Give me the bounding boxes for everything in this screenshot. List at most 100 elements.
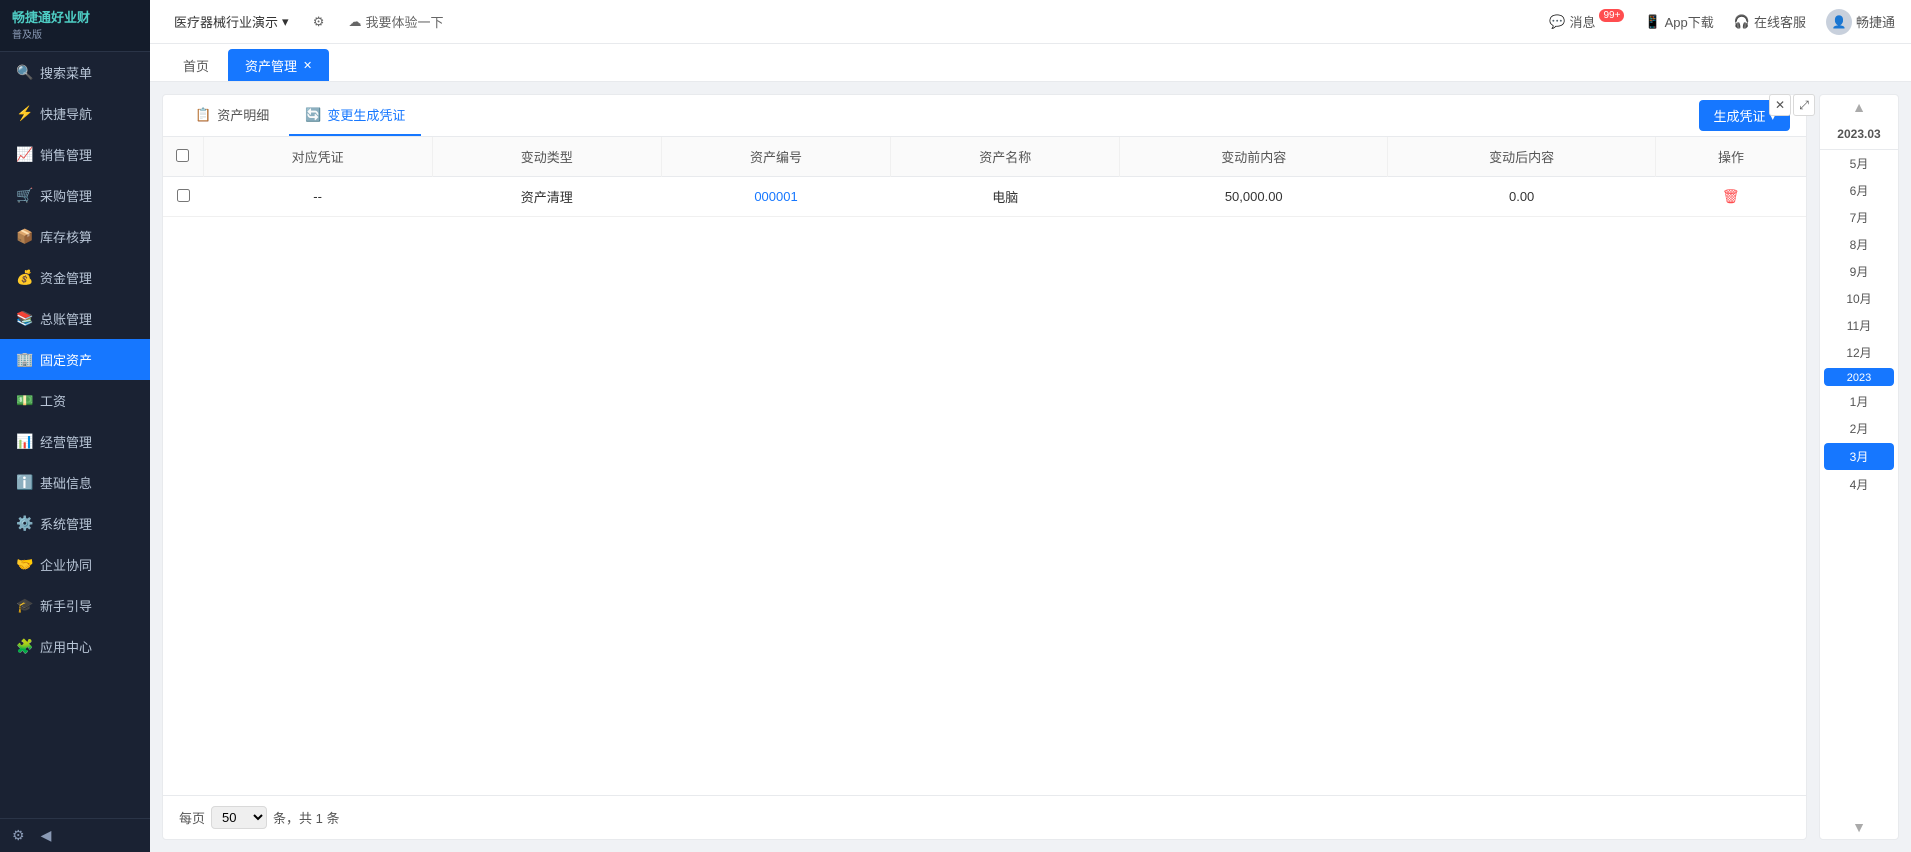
select-all-checkbox[interactable] (176, 149, 189, 162)
settings-button[interactable]: ⚙ (305, 8, 333, 36)
topbar-right: 💬 消息 99+ 📱 App下载 🎧 在线客服 👤 畅捷通 (1549, 9, 1895, 35)
sidebar-label: 应用中心 (40, 637, 92, 656)
messages-action[interactable]: 💬 消息 99+ (1549, 12, 1624, 31)
sidebar-label: 企业协同 (40, 555, 92, 574)
tab-asset-management[interactable]: 资产管理 ✕ (228, 49, 329, 81)
sidebar-label: 固定资产 (40, 350, 92, 369)
sidebar-item-销售管理[interactable]: 📈 销售管理 (0, 134, 150, 175)
sidebar-item-快捷导航[interactable]: ⚡快捷导航 (0, 93, 150, 134)
tab-generate-voucher-label: 变更生成凭证 (327, 105, 405, 124)
row-before: 50,000.00 (1120, 177, 1388, 217)
collapse-sidebar-icon[interactable]: ◀ (41, 827, 52, 844)
calendar-month[interactable]: 6月 (1820, 177, 1898, 204)
content-area: 📋 资产明细 🔄 变更生成凭证 生成凭证 ▾ (150, 82, 1911, 852)
calendar-month[interactable]: 9月 (1820, 258, 1898, 285)
user-name: 畅捷通 (1856, 12, 1895, 31)
tab-bar: 首页 资产管理 ✕ (150, 44, 1911, 82)
sidebar-item-库存核算[interactable]: 📦库存核算 (0, 216, 150, 257)
col-voucher: 对应凭证 (203, 137, 432, 177)
sidebar-item-新手引导[interactable]: 🎓 新手引导 (0, 585, 150, 626)
tab-generate-voucher[interactable]: 🔄 变更生成凭证 (289, 95, 421, 136)
sidebar-item-企业协同[interactable]: 🤝 企业协同 (0, 544, 150, 585)
page-size-label: 每页 (179, 808, 205, 827)
sidebar-item-工资[interactable]: 💵工资 (0, 380, 150, 421)
sidebar-icon: 💰 (16, 269, 32, 286)
sidebar-icon: ⚡ (16, 105, 32, 122)
sidebar-label: 基础信息 (40, 473, 92, 492)
tab-close-icon[interactable]: ✕ (303, 59, 312, 72)
sidebar-item-经营管理[interactable]: 📊经营管理 (0, 421, 150, 462)
generate-label: 生成凭证 (1713, 106, 1765, 125)
asset-table: 对应凭证 变动类型 资产编号 资产名称 变动前内容 变动后内容 操作 -- 资产… (163, 137, 1806, 217)
calendar-month[interactable]: 12月 (1820, 339, 1898, 366)
sidebar-icon: 🏢 (16, 351, 32, 368)
online-service-action[interactable]: 🎧 在线客服 (1734, 12, 1806, 31)
sidebar-label: 采购管理 (40, 186, 92, 205)
calendar-month[interactable]: 1月 (1820, 388, 1898, 415)
sidebar-label: 销售管理 (40, 145, 92, 164)
calendar-nav-up[interactable]: ▲ (1820, 95, 1898, 119)
sidebar-icon: 📊 (16, 433, 32, 450)
sidebar-item-总账管理[interactable]: 📚总账管理 (0, 298, 150, 339)
tab-home-label: 首页 (183, 56, 209, 75)
calendar-month[interactable]: 7月 (1820, 204, 1898, 231)
download-icon: 📱 (1644, 14, 1660, 30)
experience-button[interactable]: ☁ 我要体验一下 (341, 8, 452, 35)
inner-tabs: 📋 资产明细 🔄 变更生成凭证 (163, 95, 1683, 136)
calendar-month[interactable]: 2月 (1820, 415, 1898, 442)
col-change-type: 变动类型 (432, 137, 661, 177)
sidebar-item-采购管理[interactable]: 🛒 采购管理 (0, 175, 150, 216)
sidebar-icon: 💵 (16, 392, 32, 409)
sidebar-icon: 🛒 (16, 187, 32, 204)
sidebar-label: 资金管理 (40, 268, 92, 287)
row-change-type: 资产清理 (432, 177, 661, 217)
sidebar-label: 新手引导 (40, 596, 92, 615)
close-panel-button[interactable]: ✕ (1769, 94, 1791, 116)
sidebar-item-应用中心[interactable]: 🧩 应用中心 (0, 626, 150, 667)
row-asset-name: 电脑 (891, 177, 1120, 217)
app-download-action[interactable]: 📱 App下载 (1644, 12, 1713, 31)
sidebar-item-系统管理[interactable]: ⚙️系统管理 (0, 503, 150, 544)
row-checkbox[interactable] (177, 189, 190, 202)
expand-panel-button[interactable]: ⤢ (1793, 94, 1815, 116)
sidebar-item-资金管理[interactable]: 💰 资金管理 (0, 257, 150, 298)
company-selector[interactable]: 医疗器械行业演示 ▾ (166, 8, 297, 35)
sidebar-icon: ℹ️ (16, 474, 32, 491)
calendar-month[interactable]: 5月 (1820, 150, 1898, 177)
sidebar: 畅捷通好业财 普及版 🔍搜索菜单⚡快捷导航 📈 销售管理 🛒 采购管理 📦库存核算 💰 资金管… (0, 0, 150, 852)
app-edition: 普及版 (12, 26, 90, 41)
calendar-header: 2023.03 (1820, 119, 1898, 150)
table-header-row: 对应凭证 变动类型 资产编号 资产名称 变动前内容 变动后内容 操作 (163, 137, 1806, 177)
calendar-month-current[interactable]: 3月 (1824, 443, 1894, 470)
sidebar-icon: 🧩 (16, 638, 32, 655)
page-size-select[interactable]: 102050100 (211, 806, 267, 829)
calendar-month[interactable]: 11月 (1820, 312, 1898, 339)
sidebar-item-固定资产[interactable]: 🏢 固定资产 (0, 339, 150, 380)
sidebar-item-基础信息[interactable]: ℹ️ 基础信息 (0, 462, 150, 503)
app-download-label: App下载 (1665, 12, 1714, 31)
calendar-nav-down[interactable]: ▼ (1820, 815, 1898, 839)
row-voucher: -- (203, 177, 432, 217)
sidebar-icon: 🤝 (16, 556, 32, 573)
messages-label: 消息 (1569, 12, 1595, 31)
delete-row-icon[interactable]: 🗑 (1722, 188, 1740, 204)
main-content: 医疗器械行业演示 ▾ ⚙ ☁ 我要体验一下 💬 消息 99+ 📱 App下载 🎧… (150, 0, 1911, 852)
settings-footer-icon[interactable]: ⚙ (12, 827, 25, 844)
generate-voucher-icon: 🔄 (305, 107, 321, 123)
calendar-month[interactable]: 8月 (1820, 231, 1898, 258)
asset-detail-icon: 📋 (195, 107, 211, 123)
sidebar-icon: 🔍 (16, 64, 32, 81)
sidebar-label: 总账管理 (40, 309, 92, 328)
calendar-month[interactable]: 4月 (1820, 471, 1898, 498)
sidebar-icon: 📈 (16, 146, 32, 163)
app-logo: 畅捷通好业财 (12, 10, 90, 26)
sidebar-icon: 🎓 (16, 597, 32, 614)
user-profile[interactable]: 👤 畅捷通 (1826, 9, 1895, 35)
messages-icon: 💬 (1549, 14, 1565, 30)
inner-tab-row: 📋 资产明细 🔄 变更生成凭证 生成凭证 ▾ (163, 95, 1806, 137)
tab-asset-detail[interactable]: 📋 资产明细 (179, 95, 285, 136)
calendar-month[interactable]: 10月 (1820, 285, 1898, 312)
tab-home[interactable]: 首页 (166, 49, 226, 81)
table-footer: 每页 102050100 条，共 1 条 (163, 795, 1806, 839)
sidebar-item-搜索菜单[interactable]: 🔍搜索菜单 (0, 52, 150, 93)
